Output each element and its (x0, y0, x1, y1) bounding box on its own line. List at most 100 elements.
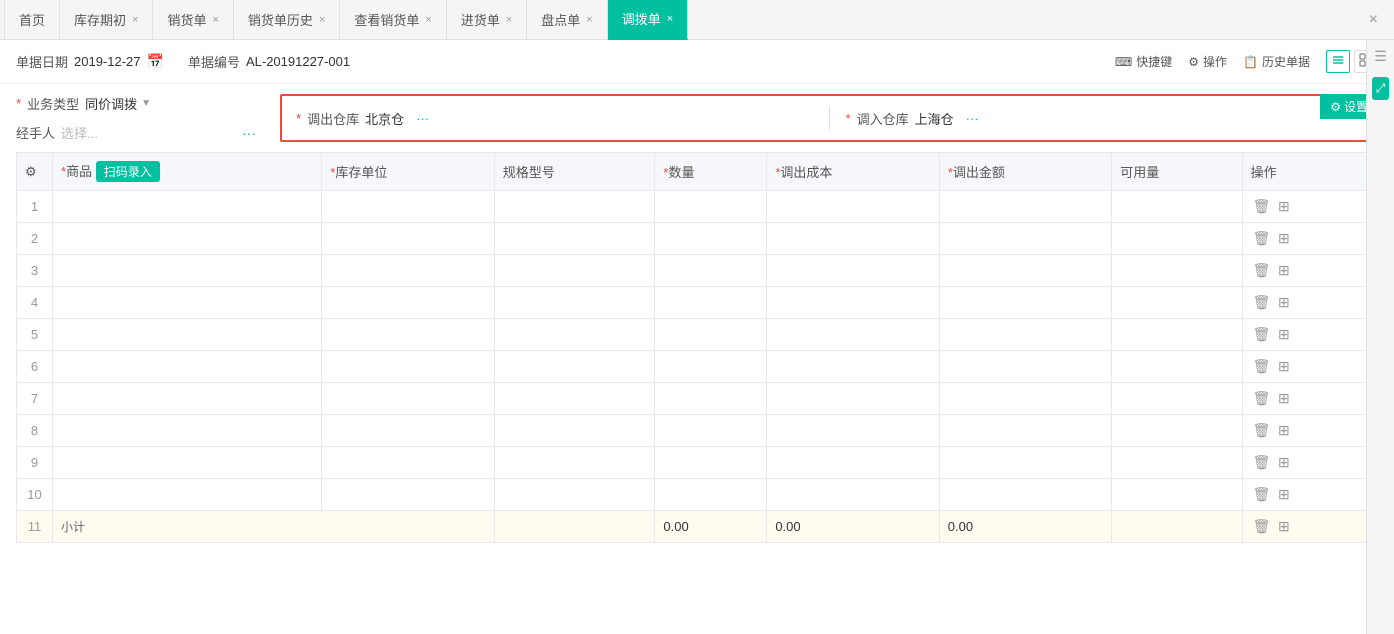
delete-row-icon-3[interactable]: 🗑 (1253, 262, 1271, 278)
cell-product-10[interactable] (53, 479, 322, 511)
scan-input-button[interactable]: 扫码录入 (96, 161, 160, 182)
cell-cost-2[interactable] (767, 223, 939, 255)
copy-row-icon-4[interactable]: ⊞ (1278, 294, 1290, 310)
warehouse-in-more[interactable]: ··· (966, 111, 979, 126)
cell-unit-3[interactable] (322, 255, 494, 287)
cell-cost-3[interactable] (767, 255, 939, 287)
cell-amount-2[interactable] (939, 223, 1111, 255)
delete-row-icon-11[interactable]: 🗑 (1253, 518, 1271, 534)
cell-product-8[interactable] (53, 415, 322, 447)
cell-spec-4[interactable] (494, 287, 655, 319)
tab-sales-order[interactable]: 销货单 × (153, 0, 233, 40)
cell-spec-8[interactable] (494, 415, 655, 447)
col-gear[interactable]: ⚙ (17, 153, 53, 191)
cell-available-4[interactable] (1112, 287, 1242, 319)
cell-available-3[interactable] (1112, 255, 1242, 287)
cell-available-1[interactable] (1112, 191, 1242, 223)
cell-product-5[interactable] (53, 319, 322, 351)
handler-more-button[interactable]: ··· (242, 125, 256, 141)
cell-qty-1[interactable] (655, 191, 767, 223)
shortcut-button[interactable]: ⌨ 快捷键 (1115, 53, 1172, 70)
close-window-button[interactable]: × (1357, 11, 1390, 29)
business-type-select[interactable]: 同价调拨 ▼ (85, 94, 151, 113)
cell-available-7[interactable] (1112, 383, 1242, 415)
cell-spec-6[interactable] (494, 351, 655, 383)
copy-row-icon-3[interactable]: ⊞ (1278, 262, 1290, 278)
cell-spec-9[interactable] (494, 447, 655, 479)
tab-sales-history[interactable]: 销货单历史 × (234, 0, 340, 40)
tab-inventory-count[interactable]: 盘点单 × (527, 0, 607, 40)
operation-button[interactable]: ⚙ 操作 (1188, 53, 1227, 70)
delete-row-icon-5[interactable]: 🗑 (1253, 326, 1271, 342)
cell-product-7[interactable] (53, 383, 322, 415)
cell-unit-7[interactable] (322, 383, 494, 415)
cell-unit-8[interactable] (322, 415, 494, 447)
cell-unit-2[interactable] (322, 223, 494, 255)
cell-spec-2[interactable] (494, 223, 655, 255)
handler-select[interactable]: 选择... (61, 123, 98, 142)
cell-product-2[interactable] (53, 223, 322, 255)
close-tab-inventory-count[interactable]: × (586, 14, 592, 26)
copy-row-icon-6[interactable]: ⊞ (1278, 358, 1290, 374)
cell-spec-10[interactable] (494, 479, 655, 511)
cell-spec-7[interactable] (494, 383, 655, 415)
cell-cost-7[interactable] (767, 383, 939, 415)
cell-unit-5[interactable] (322, 319, 494, 351)
cell-amount-7[interactable] (939, 383, 1111, 415)
close-tab-transfer[interactable]: × (667, 13, 673, 25)
cell-cost-10[interactable] (767, 479, 939, 511)
cell-available-2[interactable] (1112, 223, 1242, 255)
close-tab-view-sales[interactable]: × (425, 14, 431, 26)
cell-product-9[interactable] (53, 447, 322, 479)
copy-row-icon-10[interactable]: ⊞ (1278, 486, 1290, 502)
delete-row-icon-10[interactable]: 🗑 (1253, 486, 1271, 502)
copy-row-icon-7[interactable]: ⊞ (1278, 390, 1290, 406)
copy-row-icon-9[interactable]: ⊞ (1278, 454, 1290, 470)
close-tab-purchase-order[interactable]: × (506, 14, 512, 26)
cell-amount-9[interactable] (939, 447, 1111, 479)
cell-unit-1[interactable] (322, 191, 494, 223)
cell-amount-10[interactable] (939, 479, 1111, 511)
layout-list-icon[interactable] (1326, 50, 1350, 73)
cell-cost-4[interactable] (767, 287, 939, 319)
delete-row-icon-2[interactable]: 🗑 (1253, 230, 1271, 246)
cell-qty-9[interactable] (655, 447, 767, 479)
cell-cost-8[interactable] (767, 415, 939, 447)
tab-inventory-init[interactable]: 库存期初 × (60, 0, 153, 40)
cell-amount-1[interactable] (939, 191, 1111, 223)
delete-row-icon-9[interactable]: 🗑 (1253, 454, 1271, 470)
tab-home[interactable]: 首页 (4, 0, 60, 40)
cell-product-3[interactable] (53, 255, 322, 287)
cell-unit-9[interactable] (322, 447, 494, 479)
cell-unit-4[interactable] (322, 287, 494, 319)
cell-qty-4[interactable] (655, 287, 767, 319)
cell-qty-10[interactable] (655, 479, 767, 511)
cell-unit-10[interactable] (322, 479, 494, 511)
delete-row-icon-7[interactable]: 🗑 (1253, 390, 1271, 406)
cell-amount-5[interactable] (939, 319, 1111, 351)
cell-cost-5[interactable] (767, 319, 939, 351)
calendar-icon[interactable]: 📅 (147, 53, 164, 70)
cell-product-6[interactable] (53, 351, 322, 383)
cell-spec-5[interactable] (494, 319, 655, 351)
close-tab-inventory-init[interactable]: × (132, 14, 138, 26)
cell-cost-1[interactable] (767, 191, 939, 223)
cell-unit-6[interactable] (322, 351, 494, 383)
cell-qty-8[interactable] (655, 415, 767, 447)
close-tab-sales-history[interactable]: × (319, 14, 325, 26)
sidebar-expand-icon[interactable]: ⤢ (1372, 77, 1390, 100)
copy-row-icon-11[interactable]: ⊞ (1278, 518, 1290, 534)
cell-available-8[interactable] (1112, 415, 1242, 447)
cell-amount-4[interactable] (939, 287, 1111, 319)
delete-row-icon-1[interactable]: 🗑 (1253, 198, 1271, 214)
cell-cost-9[interactable] (767, 447, 939, 479)
delete-row-icon-6[interactable]: 🗑 (1253, 358, 1271, 374)
cell-available-10[interactable] (1112, 479, 1242, 511)
delete-row-icon-8[interactable]: 🗑 (1253, 422, 1271, 438)
warehouse-out-more[interactable]: ··· (416, 111, 429, 126)
cell-qty-7[interactable] (655, 383, 767, 415)
cell-amount-6[interactable] (939, 351, 1111, 383)
copy-row-icon-2[interactable]: ⊞ (1278, 230, 1290, 246)
cell-qty-3[interactable] (655, 255, 767, 287)
cell-available-9[interactable] (1112, 447, 1242, 479)
